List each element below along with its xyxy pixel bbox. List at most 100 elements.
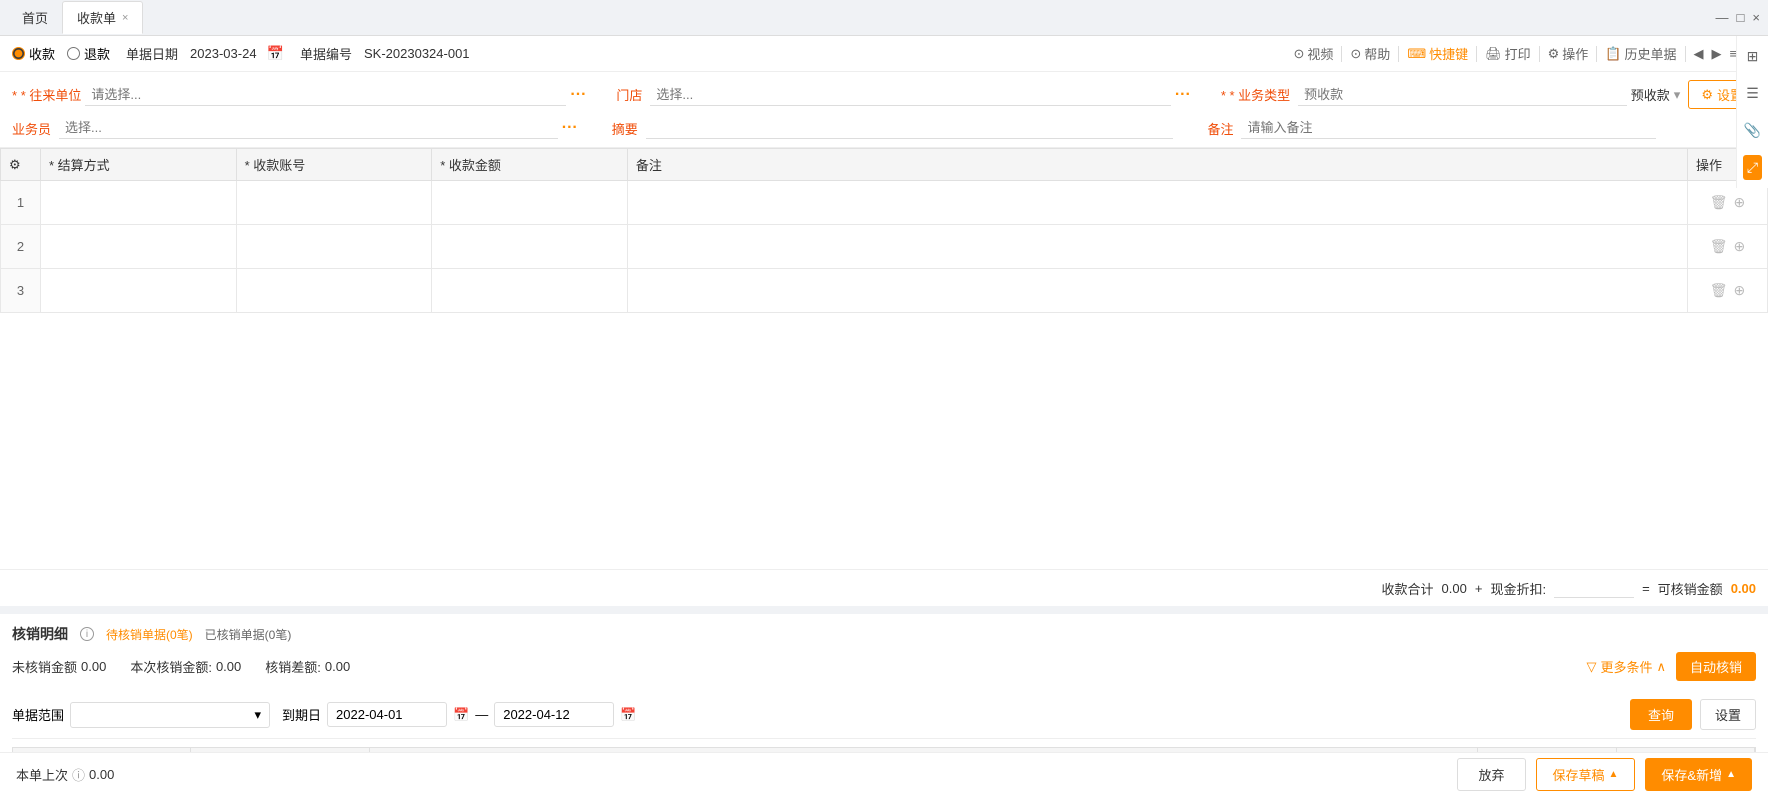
remark-input[interactable]	[1241, 117, 1656, 139]
discount-label: 现金折扣:	[1490, 579, 1546, 598]
row-3-copy-icon[interactable]: ⊕	[1734, 282, 1746, 299]
help-btn[interactable]: ⊙ 帮助	[1350, 44, 1390, 63]
history-btn[interactable]: 📋 历史单据	[1605, 44, 1676, 63]
video-btn[interactable]: ⊙ 视频	[1293, 44, 1333, 63]
biz-type-arrow-icon[interactable]: ▾	[1674, 87, 1681, 103]
calendar-icon[interactable]: 📅	[267, 45, 284, 62]
staff-field: 业务员 ···	[12, 117, 578, 139]
search-btn[interactable]: 查询	[1630, 699, 1692, 730]
range-select[interactable]: ▾	[70, 702, 270, 728]
shortcut-btn[interactable]: ⌨ 快捷键	[1407, 44, 1468, 63]
sidebar-expand-icon[interactable]: ⤢	[1743, 155, 1762, 180]
staff-label: 业务员	[12, 119, 51, 138]
row-1-delete-icon[interactable]: 🗑	[1710, 194, 1728, 211]
row-1-copy-icon[interactable]: ⊕	[1734, 194, 1746, 211]
row-num-3: 3	[1, 269, 41, 313]
row-3-remark[interactable]	[627, 269, 1687, 313]
col-remark-header: 备注	[627, 149, 1687, 181]
form-row-2: 业务员 ··· 摘要 备注	[12, 117, 1756, 139]
row-1-account[interactable]	[236, 181, 432, 225]
row-3-account[interactable]	[236, 269, 432, 313]
close-window-icon[interactable]: ×	[1752, 10, 1760, 25]
filter-icon: ▽	[1586, 659, 1596, 675]
nav-next-icon[interactable]: ▶	[1712, 46, 1722, 62]
total-label: 收款合计	[1382, 579, 1434, 598]
row-1-amount[interactable]	[432, 181, 628, 225]
summary-field: 摘要	[608, 117, 1174, 139]
tab-close-icon[interactable]: ×	[122, 12, 128, 24]
counterpart-more-icon[interactable]: ···	[570, 86, 586, 104]
filter-row: 单据范围 ▾ 到期日 📅 — 📅 查询 设置	[12, 691, 1756, 739]
table-row: 3 🗑 ⊕	[1, 269, 1768, 313]
save-new-button[interactable]: 保存&新增 ▲	[1645, 758, 1752, 791]
save-draft-button[interactable]: 保存草稿 ▲	[1536, 758, 1636, 791]
row-2-amount[interactable]	[432, 225, 628, 269]
divider5	[1596, 46, 1597, 62]
form-section: * * 往来单位 ··· 门店 ··· * * 业务类型 预收款 ▾	[0, 72, 1768, 148]
summary-row: 收款合计 0.00 + 现金折扣: = 可核销金额 0.00	[0, 569, 1768, 606]
action-btn[interactable]: ⚙ 操作	[1548, 44, 1589, 63]
date-to-input[interactable]	[494, 702, 614, 727]
form-row-1: * * 往来单位 ··· 门店 ··· * * 业务类型 预收款 ▾	[12, 80, 1756, 109]
row-2-account[interactable]	[236, 225, 432, 269]
row-2-delete-icon[interactable]: 🗑	[1710, 238, 1728, 255]
sidebar-list-icon[interactable]: ☰	[1742, 81, 1763, 106]
row-2-copy-icon[interactable]: ⊕	[1734, 238, 1746, 255]
row-1-remark[interactable]	[627, 181, 1687, 225]
save-draft-arrow-icon[interactable]: ▲	[1609, 769, 1619, 780]
abandon-button[interactable]: 放弃	[1457, 758, 1525, 791]
row-3-delete-icon[interactable]: 🗑	[1710, 282, 1728, 299]
writeoff-info-icon[interactable]: i	[80, 627, 94, 641]
plus-symbol: +	[1475, 581, 1483, 596]
auto-writeoff-btn[interactable]: 自动核销	[1676, 652, 1756, 681]
sidebar-grid-icon[interactable]: ⊞	[1743, 44, 1763, 69]
remark-field: 备注	[1203, 117, 1656, 139]
diff-label: 核销差额:	[265, 657, 321, 676]
pending-tab[interactable]: 待核销单据(0笔)	[106, 626, 193, 643]
shop-label: 门店	[616, 85, 642, 104]
discount-input[interactable]	[1554, 578, 1634, 598]
calendar-to-icon[interactable]: 📅	[620, 707, 636, 723]
date-range-field: 到期日 📅 — 📅	[282, 702, 636, 727]
tab-active[interactable]: 收款单 ×	[62, 1, 143, 34]
date-from-input[interactable]	[327, 702, 447, 727]
summary-input[interactable]	[646, 117, 1174, 139]
row-num-1: 1	[1, 181, 41, 225]
calendar-from-icon[interactable]: 📅	[453, 707, 469, 723]
save-new-arrow-icon[interactable]: ▲	[1726, 769, 1736, 780]
counterpart-input[interactable]	[85, 84, 566, 106]
info-icon[interactable]: ⓘ	[72, 765, 85, 784]
radio-refund[interactable]: 退款	[67, 44, 110, 63]
row-2-actions: 🗑 ⊕	[1688, 225, 1768, 269]
row-3-settle[interactable]	[41, 269, 237, 313]
table-gear-header[interactable]: ⚙	[1, 149, 41, 181]
row-3-amount[interactable]	[432, 269, 628, 313]
row-2-remark[interactable]	[627, 225, 1687, 269]
minimize-icon[interactable]: —	[1716, 10, 1729, 25]
shop-input[interactable]	[650, 84, 1170, 106]
staff-more-icon[interactable]: ···	[562, 119, 578, 137]
divider3	[1476, 46, 1477, 62]
gear-icon: ⚙	[1701, 87, 1713, 103]
row-3-actions: 🗑 ⊕	[1688, 269, 1768, 313]
receipt-table-section: ⚙ * 结算方式 * 收款账号 * 收款金额 备注 操作	[0, 148, 1768, 569]
done-tab[interactable]: 已核销单据(0笔)	[205, 626, 292, 643]
radio-receive[interactable]: 收款	[12, 44, 55, 63]
nav-prev-icon[interactable]: ◀	[1694, 46, 1704, 62]
counterpart-field: * * 往来单位 ···	[12, 84, 586, 106]
biz-type-input[interactable]	[1298, 84, 1627, 106]
sidebar-attach-icon[interactable]: 📎	[1740, 118, 1765, 143]
staff-input[interactable]	[59, 117, 558, 139]
filter-setting-btn[interactable]: 设置	[1700, 699, 1756, 730]
shop-more-icon[interactable]: ···	[1175, 86, 1191, 104]
row-1-settle[interactable]	[41, 181, 237, 225]
tab-home[interactable]: 首页	[8, 2, 62, 33]
equals-symbol: =	[1642, 581, 1650, 596]
print-btn[interactable]: 🖨 打印	[1485, 44, 1531, 63]
row-2-settle[interactable]	[41, 225, 237, 269]
due-label: 到期日	[282, 705, 321, 724]
last-order-value: 0.00	[89, 767, 114, 782]
maximize-icon[interactable]: □	[1737, 10, 1745, 25]
toolbar-right: ⊙ 视频 ⊙ 帮助 ⌨ 快捷键 🖨 打印 ⚙ 操作	[1293, 44, 1756, 63]
more-conditions-btn[interactable]: ▽ 更多条件 ∧	[1586, 657, 1666, 676]
